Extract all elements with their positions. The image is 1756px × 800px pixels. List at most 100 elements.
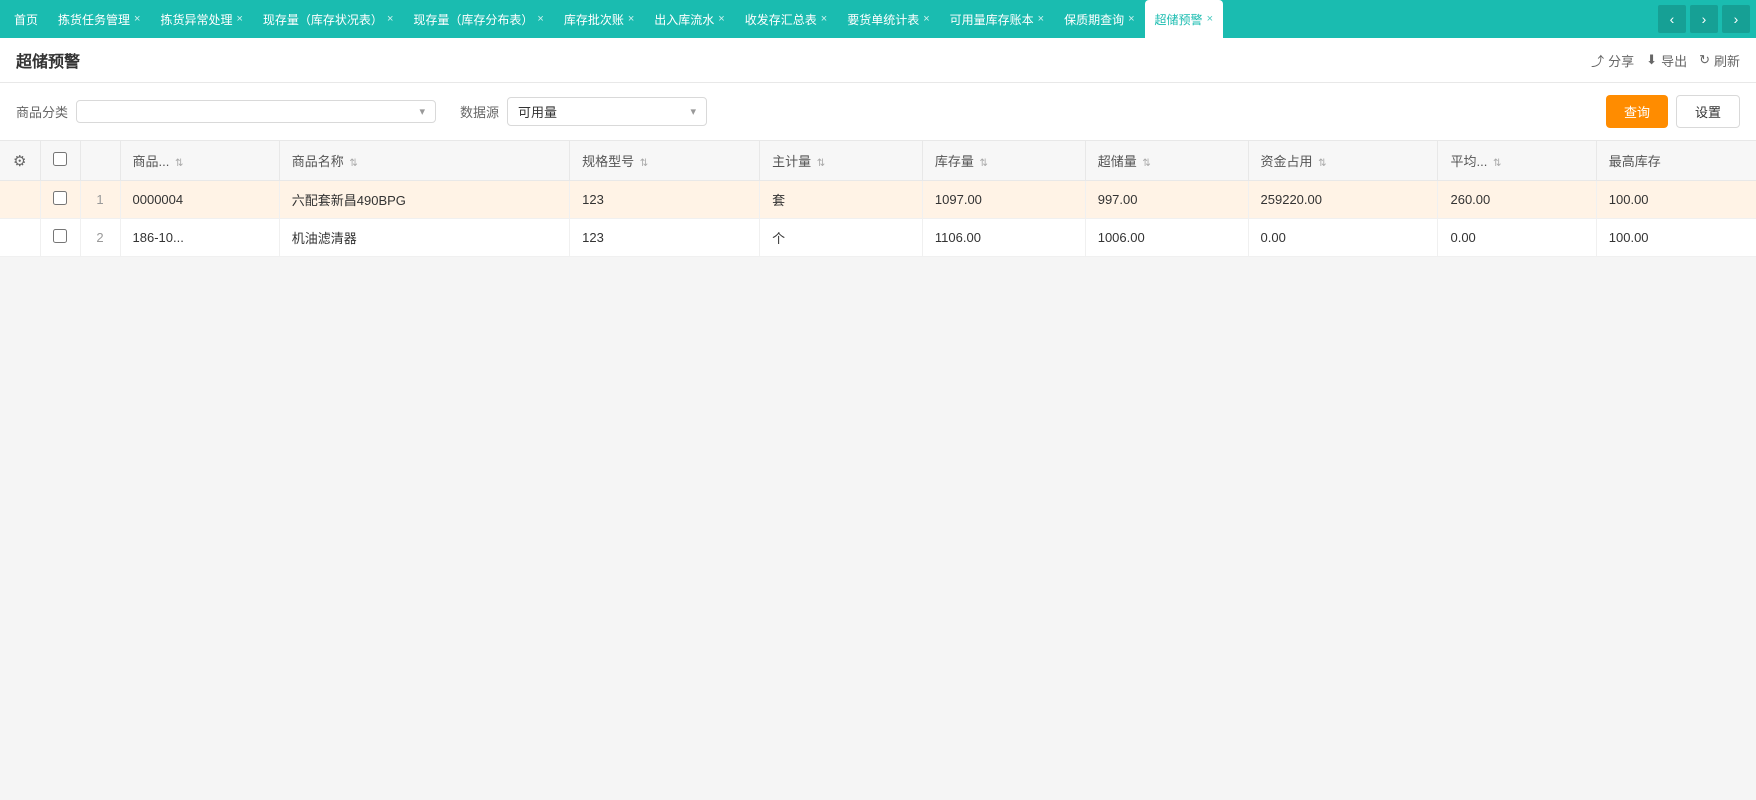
nav-pick-task[interactable]: 拣货任务管理 ×	[48, 0, 150, 38]
close-icon[interactable]: ×	[821, 13, 827, 25]
th-overstock-label: 超储量	[1098, 154, 1137, 169]
row-checkbox[interactable]	[53, 191, 67, 205]
th-max-stock: 最高库存	[1596, 141, 1756, 181]
nav-prev-button[interactable]: ‹	[1658, 5, 1686, 33]
row-settings-cell	[0, 219, 40, 257]
th-avg[interactable]: 平均... ⇅	[1438, 141, 1596, 181]
row-stock: 1097.00	[922, 181, 1085, 219]
filter-actions: 查询 设置	[1606, 95, 1740, 128]
row-number: 2	[80, 219, 120, 257]
sort-icon: ⇅	[349, 158, 357, 169]
sort-icon: ⇅	[640, 158, 648, 169]
export-icon: ⬇	[1646, 52, 1657, 68]
th-product-code[interactable]: 商品... ⇅	[120, 141, 279, 181]
row-avg: 260.00	[1438, 181, 1596, 219]
nav-quality-check[interactable]: 保质期查询 ×	[1054, 0, 1144, 38]
category-filter: 商品分类 ▾	[16, 100, 436, 123]
refresh-icon: ↻	[1699, 52, 1710, 68]
share-button[interactable]: ⤴ 分享	[1591, 51, 1634, 70]
th-stock[interactable]: 库存量 ⇅	[922, 141, 1085, 181]
close-icon[interactable]: ×	[628, 13, 634, 25]
th-unit-label: 主计量	[772, 154, 811, 169]
select-all-checkbox[interactable]	[53, 152, 67, 166]
table-row: 1 0000004 六配套新昌490BPG 123 套 1097.00 997.…	[0, 181, 1756, 219]
nav-inout-flow[interactable]: 出入库流水 ×	[644, 0, 734, 38]
filter-bar: 商品分类 ▾ 数据源 可用量 ▾ 查询 设置	[0, 83, 1756, 141]
nav-overstock-warning[interactable]: 超储预警 ×	[1145, 0, 1223, 38]
page-header: 超储预警 ⤴ 分享 ⬇ 导出 ↻ 刷新	[0, 38, 1756, 83]
row-checkbox[interactable]	[53, 229, 67, 243]
nav-stock-batch[interactable]: 库存批次账 ×	[554, 0, 644, 38]
row-stock: 1106.00	[922, 219, 1085, 257]
row-settings-cell	[0, 181, 40, 219]
th-stock-label: 库存量	[935, 154, 974, 169]
row-product-code: 0000004	[120, 181, 279, 219]
row-checkbox-cell[interactable]	[40, 219, 80, 257]
row-capital: 259220.00	[1248, 181, 1438, 219]
th-capital[interactable]: 资金占用 ⇅	[1248, 141, 1438, 181]
row-spec: 123	[570, 181, 760, 219]
query-button[interactable]: 查询	[1606, 95, 1668, 128]
table-body: 1 0000004 六配套新昌490BPG 123 套 1097.00 997.…	[0, 181, 1756, 257]
th-checkbox[interactable]	[40, 141, 80, 181]
nav-home[interactable]: 首页	[4, 0, 48, 38]
row-number: 1	[80, 181, 120, 219]
row-max-stock: 100.00	[1596, 219, 1756, 257]
share-icon: ⤴	[1591, 51, 1604, 70]
nav-arrow-group: ‹ › ›	[1656, 5, 1752, 33]
datasource-filter: 数据源 可用量 ▾	[460, 97, 707, 126]
row-avg: 0.00	[1438, 219, 1596, 257]
nav-recv-send[interactable]: 收发存汇总表 ×	[735, 0, 837, 38]
th-num	[80, 141, 120, 181]
th-avg-label: 平均...	[1450, 154, 1487, 169]
sort-icon: ⇅	[980, 158, 988, 169]
close-icon[interactable]: ×	[387, 13, 393, 25]
close-icon[interactable]: ×	[923, 13, 929, 25]
nav-next-button[interactable]: ›	[1690, 5, 1718, 33]
th-capital-label: 资金占用	[1261, 154, 1313, 169]
row-overstock: 997.00	[1085, 181, 1248, 219]
sort-icon: ⇅	[1493, 158, 1501, 169]
category-select[interactable]: ▾	[76, 100, 436, 123]
top-navigation: 首页 拣货任务管理 × 拣货异常处理 × 现存量（库存状况表） × 现存量（库存…	[0, 0, 1756, 38]
nav-stock-dist[interactable]: 现存量（库存分布表） ×	[403, 0, 553, 38]
sort-icon: ⇅	[1318, 158, 1326, 169]
close-icon[interactable]: ×	[1128, 13, 1134, 25]
close-icon[interactable]: ×	[1207, 13, 1213, 25]
row-overstock: 1006.00	[1085, 219, 1248, 257]
chevron-down-icon: ▾	[419, 105, 425, 118]
close-icon[interactable]: ×	[537, 13, 543, 25]
close-icon[interactable]: ×	[236, 13, 242, 25]
settings-button[interactable]: 设置	[1676, 95, 1740, 128]
row-spec: 123	[570, 219, 760, 257]
overstock-table: ⚙ 商品... ⇅ 商品名称 ⇅ 规格型号 ⇅	[0, 141, 1756, 257]
datasource-value: 可用量	[518, 102, 557, 121]
close-icon[interactable]: ×	[1038, 13, 1044, 25]
nav-stock-status[interactable]: 现存量（库存状况表） ×	[253, 0, 403, 38]
th-product-name-label: 商品名称	[292, 154, 344, 169]
row-max-stock: 100.00	[1596, 181, 1756, 219]
sort-icon: ⇅	[1142, 158, 1150, 169]
close-icon[interactable]: ×	[718, 13, 724, 25]
gear-icon[interactable]: ⚙	[13, 153, 26, 170]
th-unit[interactable]: 主计量 ⇅	[760, 141, 923, 181]
th-spec[interactable]: 规格型号 ⇅	[570, 141, 760, 181]
close-icon[interactable]: ×	[134, 13, 140, 25]
table-row: 2 186-10... 机油滤清器 123 个 1106.00 1006.00 …	[0, 219, 1756, 257]
th-product-name[interactable]: 商品名称 ⇅	[279, 141, 569, 181]
export-button[interactable]: ⬇ 导出	[1646, 51, 1687, 70]
page-title: 超储预警	[16, 48, 80, 72]
nav-order-stat[interactable]: 要货单统计表 ×	[837, 0, 939, 38]
row-unit: 套	[760, 181, 923, 219]
row-checkbox-cell[interactable]	[40, 181, 80, 219]
category-label: 商品分类	[16, 102, 68, 121]
nav-pick-abnormal[interactable]: 拣货异常处理 ×	[150, 0, 252, 38]
refresh-button[interactable]: ↻ 刷新	[1699, 51, 1740, 70]
datasource-select[interactable]: 可用量 ▾	[507, 97, 707, 126]
th-overstock[interactable]: 超储量 ⇅	[1085, 141, 1248, 181]
th-settings[interactable]: ⚙	[0, 141, 40, 181]
nav-menu-button[interactable]: ›	[1722, 5, 1750, 33]
nav-available-stock[interactable]: 可用量库存账本 ×	[940, 0, 1054, 38]
table-container: ⚙ 商品... ⇅ 商品名称 ⇅ 规格型号 ⇅	[0, 141, 1756, 257]
th-max-stock-label: 最高库存	[1609, 154, 1661, 169]
